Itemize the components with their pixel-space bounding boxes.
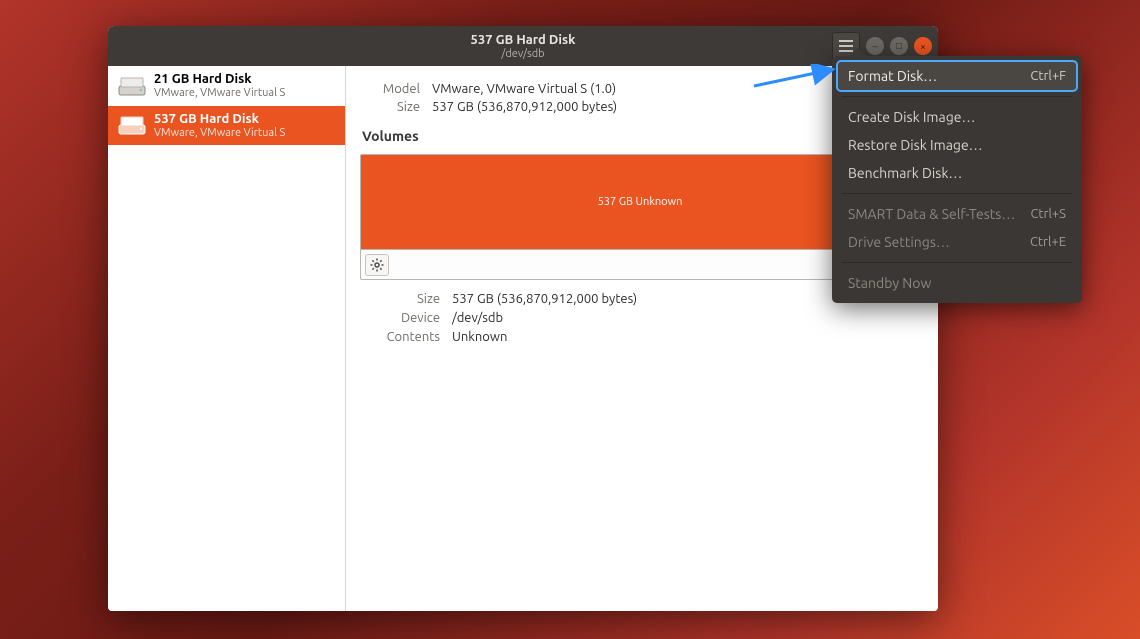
menu-item-benchmark-disk[interactable]: Benchmark Disk… <box>838 159 1076 187</box>
label-contents: Contents <box>360 330 440 344</box>
value-size: 537 GB (536,870,912,000 bytes) <box>432 100 617 114</box>
menu-shortcut: Ctrl+S <box>1030 207 1066 221</box>
sidebar-item-disk-21gb[interactable]: 21 GB Hard Disk VMware, VMware Virtual S <box>108 66 345 106</box>
sidebar: 21 GB Hard Disk VMware, VMware Virtual S… <box>108 66 346 611</box>
menu-separator <box>842 96 1072 97</box>
menu-label: Restore Disk Image… <box>848 137 983 153</box>
window-subtitle: /dev/sdb <box>501 48 544 60</box>
label-vol-size: Size <box>360 292 440 306</box>
value-vol-size: 537 GB (536,870,912,000 bytes) <box>452 292 637 306</box>
menu-item-format-disk[interactable]: Format Disk… Ctrl+F <box>838 62 1076 90</box>
body: 21 GB Hard Disk VMware, VMware Virtual S… <box>108 66 938 611</box>
disk-icon <box>118 115 146 135</box>
menu-item-restore-disk-image[interactable]: Restore Disk Image… <box>838 131 1076 159</box>
value-device: /dev/sdb <box>452 311 503 325</box>
sidebar-item-title: 21 GB Hard Disk <box>154 72 285 87</box>
menu-item-standby-now[interactable]: Standby Now <box>838 269 1076 297</box>
menu-item-drive-settings[interactable]: Drive Settings… Ctrl+E <box>838 228 1076 256</box>
gear-icon <box>370 258 384 272</box>
label-model: Model <box>360 82 420 96</box>
window-minimize-button[interactable]: – <box>866 37 884 55</box>
menu-separator <box>842 262 1072 263</box>
sidebar-item-disk-537gb[interactable]: 537 GB Hard Disk VMware, VMware Virtual … <box>108 106 345 146</box>
window-close-button[interactable]: × <box>914 37 932 55</box>
disks-window: 537 GB Hard Disk /dev/sdb – □ × <box>108 26 938 611</box>
value-contents: Unknown <box>452 330 507 344</box>
sidebar-item-title: 537 GB Hard Disk <box>154 112 285 127</box>
menu-shortcut: Ctrl+F <box>1030 69 1066 83</box>
disk-icon <box>118 76 146 96</box>
window-maximize-button[interactable]: □ <box>890 37 908 55</box>
menu-separator <box>842 193 1072 194</box>
window-title: 537 GB Hard Disk <box>471 33 576 47</box>
sidebar-item-sub: VMware, VMware Virtual S <box>154 87 285 100</box>
volume-options-button[interactable] <box>365 254 389 276</box>
menu-item-create-disk-image[interactable]: Create Disk Image… <box>838 103 1076 131</box>
menu-label: Benchmark Disk… <box>848 165 962 181</box>
sidebar-item-sub: VMware, VMware Virtual S <box>154 127 285 140</box>
menu-item-smart-data[interactable]: SMART Data & Self-Tests… Ctrl+S <box>838 200 1076 228</box>
label-size: Size <box>360 100 420 114</box>
titlebar: 537 GB Hard Disk /dev/sdb – □ × <box>108 26 938 66</box>
value-model: VMware, VMware Virtual S (1.0) <box>432 82 616 96</box>
menu-label: SMART Data & Self-Tests… <box>848 206 1015 222</box>
label-device: Device <box>360 311 440 325</box>
disk-menu: Format Disk… Ctrl+F Create Disk Image… R… <box>832 56 1082 303</box>
volume-block-label: 537 GB Unknown <box>598 196 683 208</box>
menu-label: Standby Now <box>848 275 931 291</box>
menu-label: Drive Settings… <box>848 234 950 250</box>
menu-shortcut: Ctrl+E <box>1030 235 1066 249</box>
menu-label: Format Disk… <box>848 68 937 84</box>
menu-label: Create Disk Image… <box>848 109 975 125</box>
